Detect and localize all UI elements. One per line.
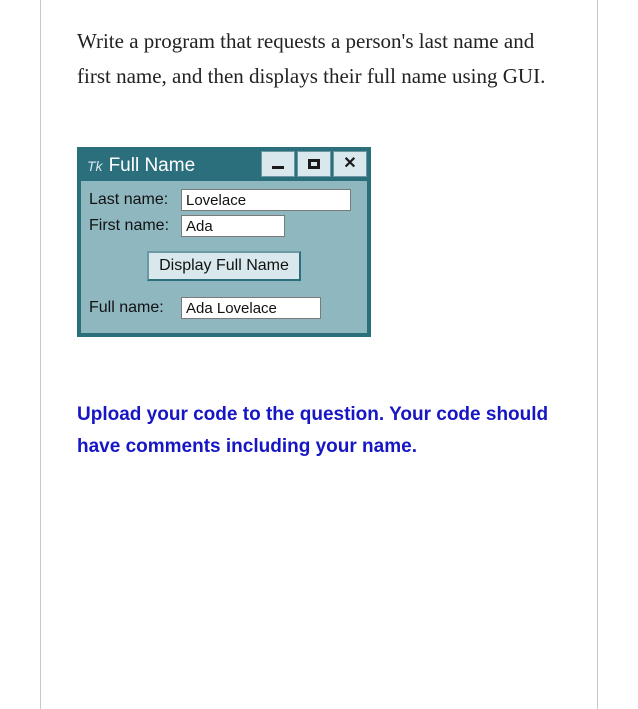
- firstname-value: Ada: [186, 218, 213, 235]
- window-title: Full Name: [109, 155, 259, 177]
- fullname-label: Full name:: [89, 299, 181, 317]
- minimize-button[interactable]: [261, 151, 295, 177]
- lastname-field[interactable]: Lovelace: [181, 189, 351, 211]
- maximize-button[interactable]: [297, 151, 331, 177]
- close-icon: ✕: [343, 156, 356, 172]
- fullname-row: Full name: Ada Lovelace: [89, 297, 359, 319]
- fullname-value: Ada Lovelace: [186, 300, 277, 317]
- firstname-row: First name: Ada: [89, 215, 359, 237]
- fullname-field: Ada Lovelace: [181, 297, 321, 319]
- window-controls: ✕: [259, 151, 367, 181]
- lastname-label: Last name:: [89, 191, 181, 209]
- window-client-area: Last name: Lovelace First name: Ada Disp…: [81, 181, 367, 333]
- page-content: Write a program that requests a person's…: [40, 0, 598, 709]
- action-row: Display Full Name: [89, 251, 359, 281]
- tk-icon: Tk: [87, 158, 103, 174]
- minimize-icon: [272, 166, 284, 169]
- example-window: Tk Full Name ✕ Last name: Lovelace First…: [77, 147, 371, 337]
- close-button[interactable]: ✕: [333, 151, 367, 177]
- assignment-prompt: Write a program that requests a person's…: [77, 24, 561, 93]
- firstname-field[interactable]: Ada: [181, 215, 285, 237]
- lastname-row: Last name: Lovelace: [89, 189, 359, 211]
- lastname-value: Lovelace: [186, 192, 246, 209]
- maximize-icon: [308, 159, 320, 169]
- titlebar: Tk Full Name ✕: [81, 151, 367, 181]
- firstname-label: First name:: [89, 217, 181, 235]
- display-button[interactable]: Display Full Name: [147, 251, 301, 281]
- upload-instruction: Upload your code to the question. Your c…: [77, 399, 561, 462]
